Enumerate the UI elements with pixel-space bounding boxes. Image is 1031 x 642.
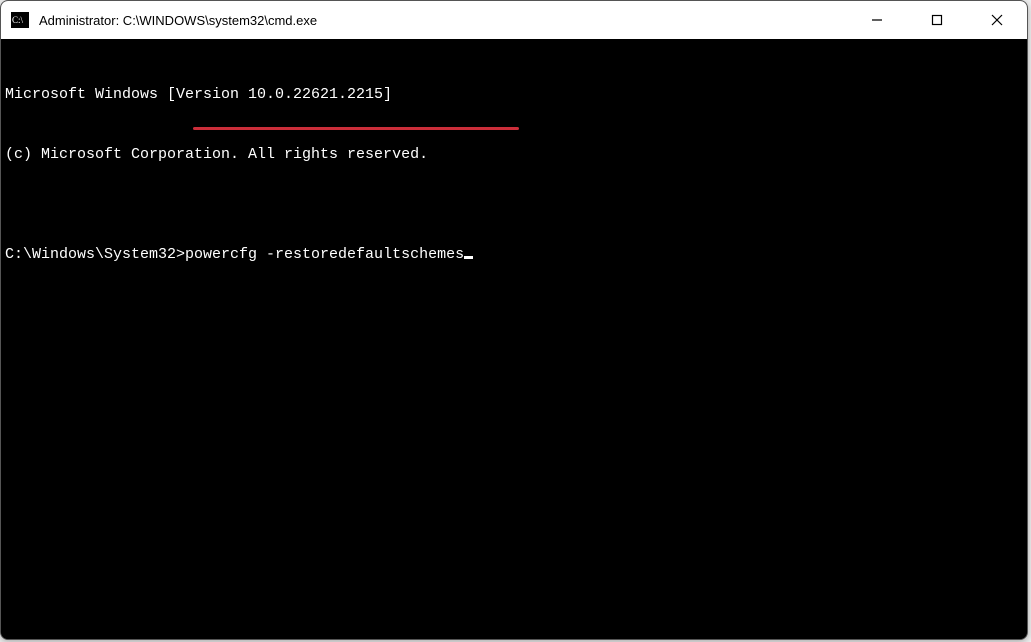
maximize-icon bbox=[931, 14, 943, 26]
prompt-line: C:\Windows\System32>powercfg -restoredef… bbox=[5, 245, 1023, 265]
window-controls bbox=[847, 1, 1027, 39]
close-icon bbox=[991, 14, 1003, 26]
cmd-window: C:\ Administrator: C:\WINDOWS\system32\c… bbox=[0, 0, 1028, 640]
red-underline-annotation bbox=[193, 127, 519, 130]
prompt-text: C:\Windows\System32> bbox=[5, 246, 185, 263]
terminal-area[interactable]: Microsoft Windows [Version 10.0.22621.22… bbox=[1, 39, 1027, 639]
minimize-icon bbox=[871, 14, 883, 26]
maximize-button[interactable] bbox=[907, 1, 967, 39]
close-button[interactable] bbox=[967, 1, 1027, 39]
window-title: Administrator: C:\WINDOWS\system32\cmd.e… bbox=[39, 13, 847, 28]
copyright-line: (c) Microsoft Corporation. All rights re… bbox=[5, 145, 1023, 165]
svg-text:C:\: C:\ bbox=[12, 15, 24, 25]
titlebar[interactable]: C:\ Administrator: C:\WINDOWS\system32\c… bbox=[1, 1, 1027, 39]
version-line: Microsoft Windows [Version 10.0.22621.22… bbox=[5, 85, 1023, 105]
text-cursor bbox=[464, 256, 473, 259]
cmd-app-icon: C:\ bbox=[11, 12, 29, 28]
minimize-button[interactable] bbox=[847, 1, 907, 39]
command-text: powercfg -restoredefaultschemes bbox=[185, 246, 464, 263]
